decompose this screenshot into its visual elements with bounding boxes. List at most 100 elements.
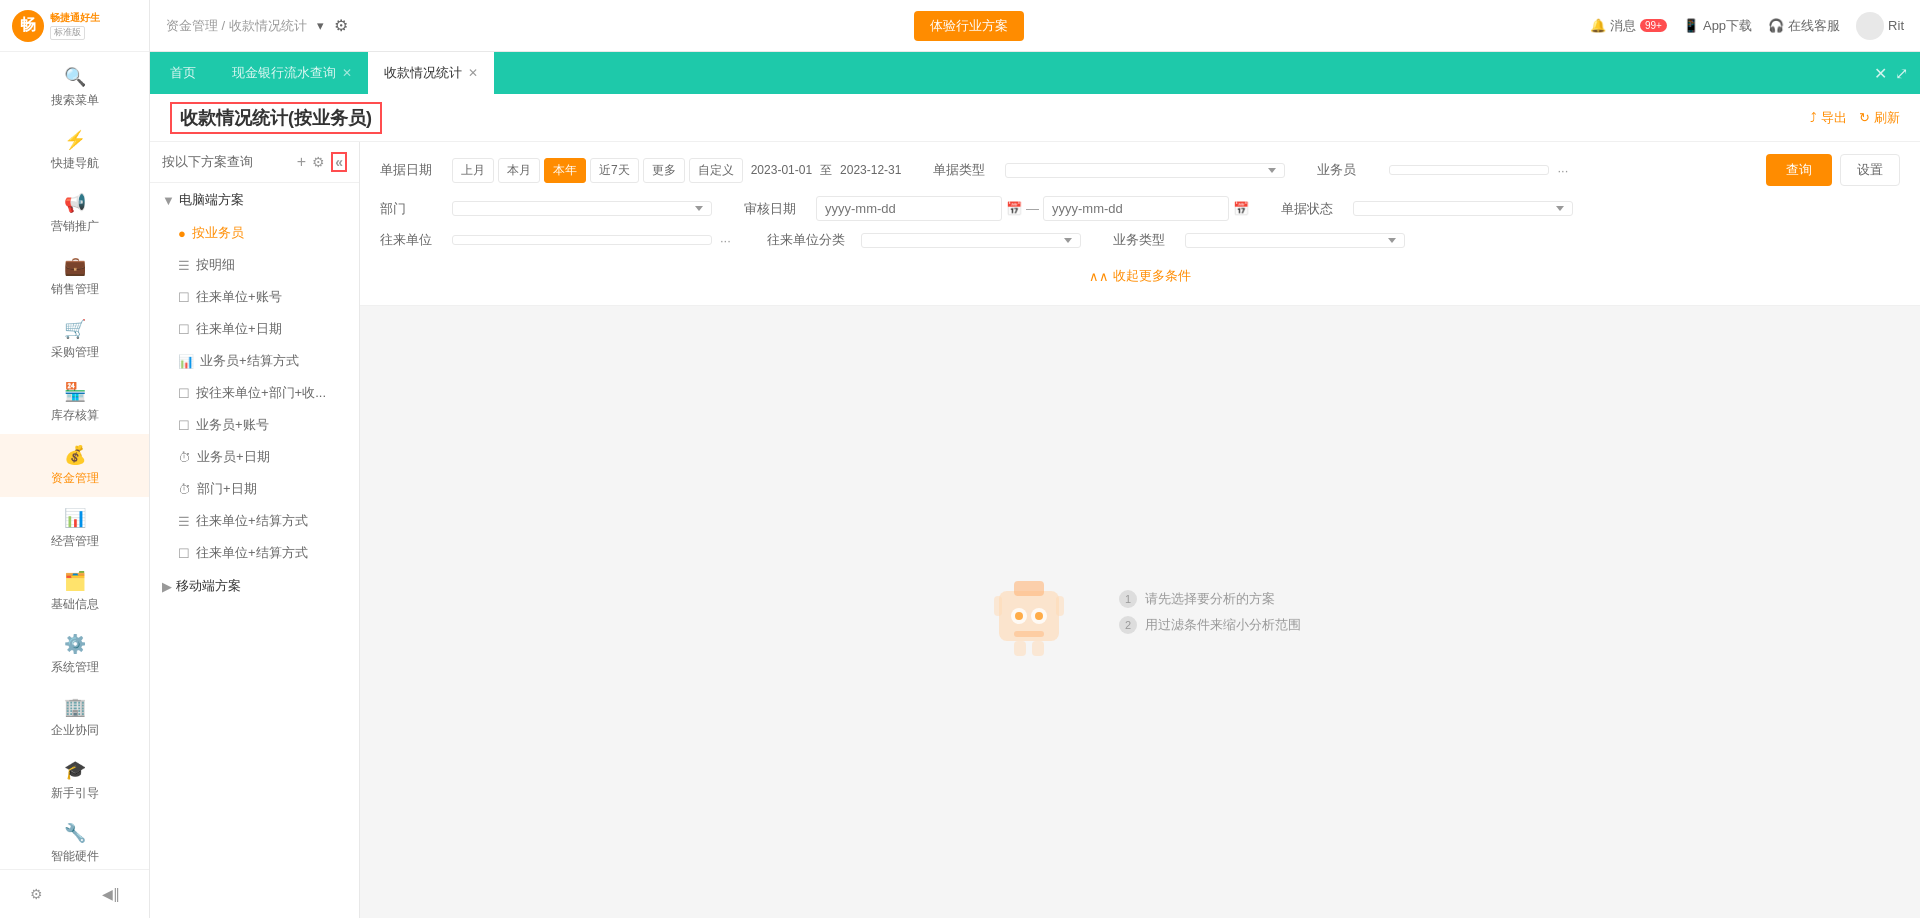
salesperson-dots[interactable]: ··· <box>1557 163 1568 178</box>
svg-rect-10 <box>1032 641 1044 656</box>
voucher-status-select[interactable] <box>1353 201 1573 216</box>
partner-input-area: ··· <box>452 233 735 248</box>
partner-dots[interactable]: ··· <box>720 233 731 248</box>
scheme-group-desktop-title[interactable]: ▼ 电脑端方案 <box>150 183 359 217</box>
scheme-item-unit-settlement2[interactable]: ☐ 往来单位+结算方式 <box>150 537 359 569</box>
sidebar-item-basicinfo[interactable]: 🗂️ 基础信息 <box>0 560 149 623</box>
review-date-start-input[interactable] <box>816 196 1002 221</box>
scheme-item-salesperson-date[interactable]: ⏱ 业务员+日期 <box>150 441 359 473</box>
sidebar-item-guide[interactable]: 🎓 新手引导 <box>0 749 149 812</box>
svg-rect-7 <box>994 596 1002 616</box>
online-service-item[interactable]: 🎧 在线客服 <box>1768 17 1840 35</box>
date-range-start: 2023-01-01 <box>751 163 812 177</box>
collapse-icon: ∧∧ <box>1089 269 1109 284</box>
dept-select[interactable] <box>452 201 712 216</box>
scheme-item-by-salesperson[interactable]: ● 按业务员 <box>150 217 359 249</box>
query-button[interactable]: 查询 <box>1766 154 1832 186</box>
sidebar-item-search[interactable]: 🔍 搜索菜单 <box>0 56 149 119</box>
date-range-sep: 至 <box>820 162 832 179</box>
business-type-chevron <box>1388 238 1396 243</box>
placeholder-step-2: 2 用过滤条件来缩小分析范围 <box>1119 616 1301 634</box>
sidebar-item-corp[interactable]: 🏢 企业协同 <box>0 686 149 749</box>
date-btn-this-year[interactable]: 本年 <box>544 158 586 183</box>
export-button[interactable]: ⤴ 导出 <box>1810 109 1847 127</box>
date-label: 单据日期 <box>380 161 436 179</box>
dept-date-icon: ⏱ <box>178 482 191 497</box>
salesperson-select[interactable] <box>1389 165 1549 175</box>
sidebar-item-operations[interactable]: 📊 经营管理 <box>0 497 149 560</box>
trial-button[interactable]: 体验行业方案 <box>914 11 1024 41</box>
salesperson-icon: ● <box>178 226 186 241</box>
sidebar-item-quicknav[interactable]: ⚡ 快捷导航 <box>0 119 149 182</box>
sidebar-item-inventory[interactable]: 🏪 库存核算 <box>0 371 149 434</box>
refresh-button[interactable]: ↻ 刷新 <box>1859 109 1900 127</box>
sidebar-item-sales[interactable]: 💼 销售管理 <box>0 245 149 308</box>
tab-receipts-close[interactable]: ✕ <box>468 66 478 80</box>
scheme-item-unit-date[interactable]: ☐ 往来单位+日期 <box>150 313 359 345</box>
scheme-item-salesperson-settlement[interactable]: 📊 业务员+结算方式 <box>150 345 359 377</box>
content-area: 按以下方案查询 + ⚙ « ▼ 电脑端方案 ● 按业务员 <box>150 142 1920 918</box>
sidebar-item-funds[interactable]: 💰 资金管理 <box>0 434 149 497</box>
tab-maximize-icon[interactable]: ⤢ <box>1895 64 1908 83</box>
tab-close-all-icon[interactable]: ✕ <box>1874 64 1887 83</box>
scheme-group-mobile-title[interactable]: ▶ 移动端方案 <box>150 569 359 603</box>
scheme-item-salesperson-account[interactable]: ☐ 业务员+账号 <box>150 409 359 441</box>
settings-button[interactable]: 设置 <box>1840 154 1900 186</box>
sidebar-footer-collapse[interactable]: ◀‖ <box>96 880 126 908</box>
sidebar-item-hardware[interactable]: 🔧 智能硬件 <box>0 812 149 869</box>
partner-select[interactable] <box>452 235 712 245</box>
app-download-item[interactable]: 📱 App下载 <box>1683 17 1752 35</box>
review-date-end-input[interactable] <box>1043 196 1229 221</box>
sidebar-item-marketing[interactable]: 📢 营销推广 <box>0 182 149 245</box>
user-item[interactable]: Rit <box>1856 12 1904 40</box>
notification-badge: 99+ <box>1640 19 1667 32</box>
collapse-button[interactable]: ∧∧ 收起更多条件 <box>380 259 1900 293</box>
notification-item[interactable]: 🔔 消息 99+ <box>1590 17 1667 35</box>
header-dropdown-icon[interactable]: ▾ <box>317 18 324 33</box>
logo-text: 畅捷通好生 标准版 <box>50 11 100 40</box>
date-btn-more[interactable]: 更多 <box>643 158 685 183</box>
voucher-type-select[interactable] <box>1005 163 1285 178</box>
search-icon: 🔍 <box>64 66 86 88</box>
tab-bank-close[interactable]: ✕ <box>342 66 352 80</box>
unit-date-icon: ☐ <box>178 322 190 337</box>
scheme-item-dept-date[interactable]: ⏱ 部门+日期 <box>150 473 359 505</box>
sidebar-footer-settings[interactable]: ⚙ <box>24 880 49 908</box>
tab-receipts[interactable]: 收款情况统计 ✕ <box>368 52 494 94</box>
sidebar-item-system[interactable]: ⚙️ 系统管理 <box>0 623 149 686</box>
filter-row-2: 部门 审核日期 📅 — 📅 单据状态 <box>380 196 1900 221</box>
voucher-type-label: 单据类型 <box>933 161 989 179</box>
refresh-icon: ↻ <box>1859 110 1870 125</box>
sidebar-logo: 畅 畅捷通好生 标准版 <box>0 0 149 52</box>
header-settings-icon[interactable]: ⚙ <box>334 16 348 35</box>
top-header: 资金管理 / 收款情况统计 ▾ ⚙ 体验行业方案 🔔 消息 99+ 📱 App下… <box>150 0 1920 52</box>
partner-category-select[interactable] <box>861 233 1081 248</box>
date-btn-this-month[interactable]: 本月 <box>498 158 540 183</box>
scheme-item-unit-settlement1[interactable]: ☰ 往来单位+结算方式 <box>150 505 359 537</box>
scheme-item-by-detail[interactable]: ☰ 按明细 <box>150 249 359 281</box>
sidebar-item-purchase[interactable]: 🛒 采购管理 <box>0 308 149 371</box>
left-panel-settings-icon[interactable]: ⚙ <box>312 154 325 170</box>
salesperson-settlement-icon: 📊 <box>178 354 194 369</box>
business-type-select[interactable] <box>1185 233 1405 248</box>
calendar-icon-1[interactable]: 📅 <box>1006 201 1022 216</box>
tab-home[interactable]: 首页 <box>150 52 216 94</box>
tab-bank[interactable]: 现金银行流水查询 ✕ <box>216 52 368 94</box>
results-area: 1 请先选择要分析的方案 2 用过滤条件来缩小分析范围 <box>360 306 1920 918</box>
logo-icon: 畅 <box>12 10 44 42</box>
step-num-1: 1 <box>1119 590 1137 608</box>
robot-svg <box>979 561 1079 661</box>
funds-icon: 💰 <box>64 444 86 466</box>
calendar-icon-2[interactable]: 📅 <box>1233 201 1249 216</box>
date-btn-last-month[interactable]: 上月 <box>452 158 494 183</box>
scheme-group-desktop: ▼ 电脑端方案 ● 按业务员 ☰ 按明细 ☐ 往来单位+账号 <box>150 183 359 569</box>
main-content: 资金管理 / 收款情况统计 ▾ ⚙ 体验行业方案 🔔 消息 99+ 📱 App下… <box>150 0 1920 918</box>
tab-bar: 首页 现金银行流水查询 ✕ 收款情况统计 ✕ ✕ ⤢ <box>150 52 1920 94</box>
left-panel-collapse-icon[interactable]: « <box>331 152 347 172</box>
date-btn-last7days[interactable]: 近7天 <box>590 158 639 183</box>
left-panel-add-icon[interactable]: + <box>297 153 306 171</box>
voucher-type-chevron <box>1268 168 1276 173</box>
date-btn-custom[interactable]: 自定义 <box>689 158 743 183</box>
scheme-item-unit-dept-receipt[interactable]: ☐ 按往来单位+部门+收... <box>150 377 359 409</box>
scheme-item-unit-account[interactable]: ☐ 往来单位+账号 <box>150 281 359 313</box>
